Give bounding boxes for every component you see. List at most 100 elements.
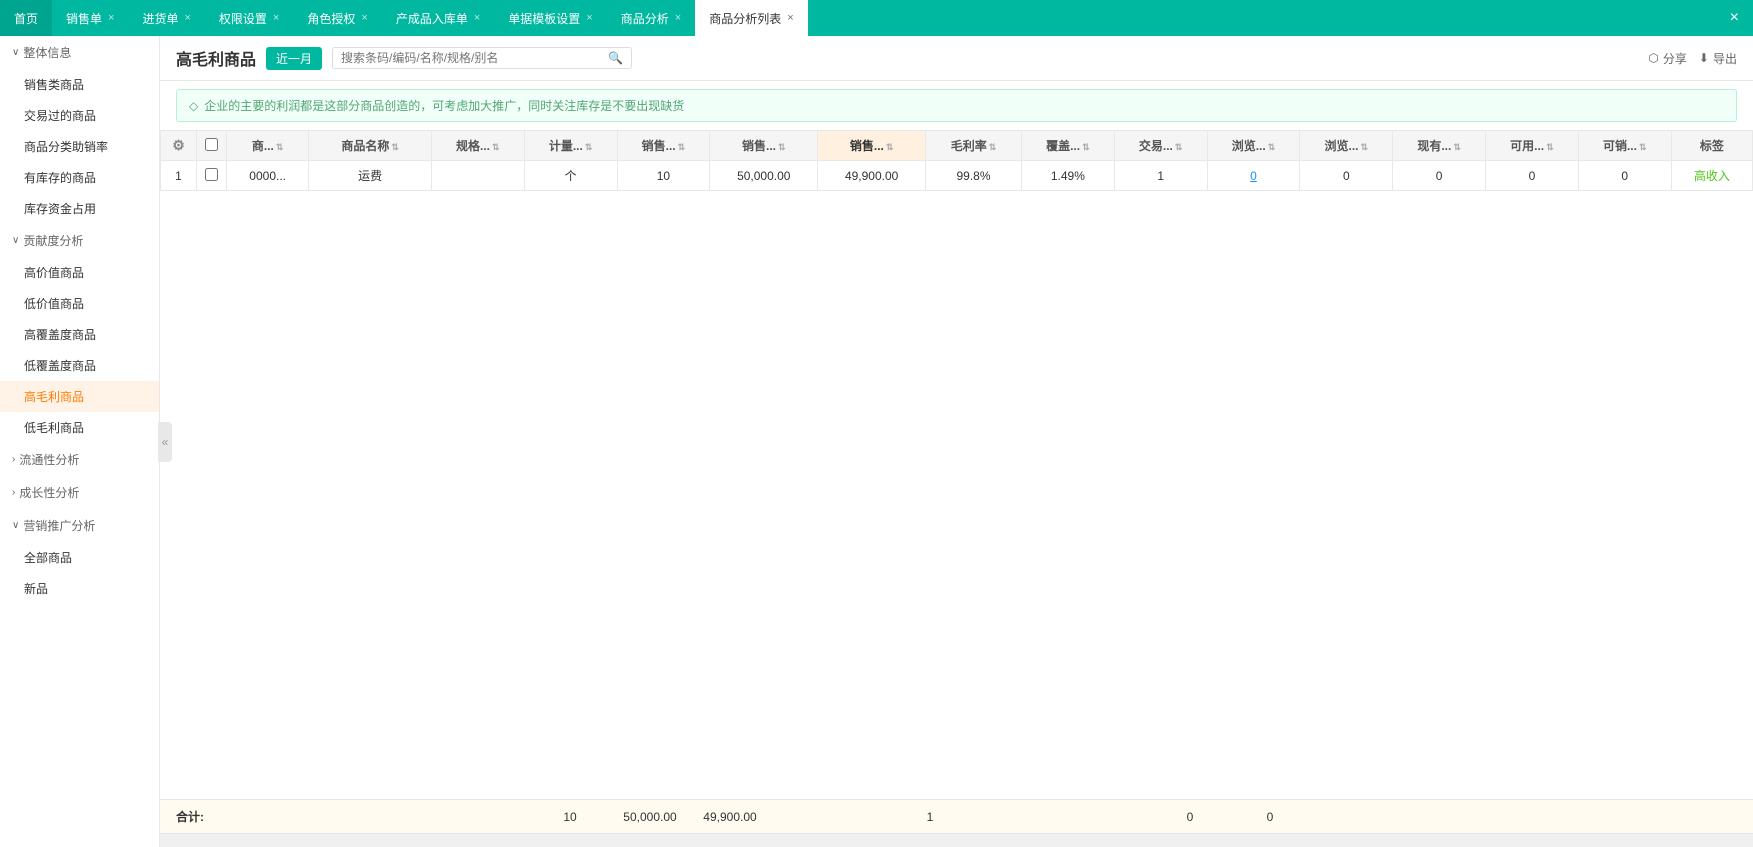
col-name-header[interactable]: 商品名称⇅	[309, 131, 432, 161]
search-box: 🔍	[332, 47, 632, 69]
expand-arrow-marketing: ∨	[12, 520, 19, 531]
nav-permission-settings[interactable]: 权限设置 ×	[205, 0, 293, 36]
page-title: 高毛利商品	[176, 46, 256, 70]
col-transactions-header[interactable]: 交易...⇅	[1114, 131, 1207, 161]
col-code-header[interactable]: 商...⇅	[227, 131, 309, 161]
footer-sellable: 0	[1230, 810, 1310, 824]
footer-sales2: 50,000.00	[610, 810, 690, 824]
close-role-auth[interactable]: ×	[361, 12, 367, 24]
col-browse2-header[interactable]: 浏览...⇅	[1300, 131, 1393, 161]
nav-home[interactable]: 首页	[0, 0, 52, 36]
sidebar-item-all-goods[interactable]: 全部商品	[0, 542, 159, 573]
share-btn[interactable]: ⬡ 分享	[1648, 50, 1687, 67]
sidebar-group-overall[interactable]: ∨ 整体信息	[0, 36, 159, 69]
search-input[interactable]	[341, 51, 608, 65]
footer-label: 合计:	[176, 808, 204, 825]
close-template-settings[interactable]: ×	[586, 12, 592, 24]
sidebar-item-low-value[interactable]: 低价值商品	[0, 288, 159, 319]
col-browse1-header[interactable]: 浏览...⇅	[1207, 131, 1300, 161]
row-sales3: 49,900.00	[818, 161, 926, 191]
col-checkbox	[197, 131, 227, 161]
col-sales2-header[interactable]: 销售...⇅	[710, 131, 818, 161]
sidebar-item-inventory-capital[interactable]: 库存资金占用	[0, 193, 159, 224]
expand-arrow-circulation: ›	[12, 454, 15, 465]
close-window-btn[interactable]: ×	[1716, 0, 1753, 36]
sidebar-item-in-stock-goods[interactable]: 有库存的商品	[0, 162, 159, 193]
col-gross-rate-header[interactable]: 毛利率⇅	[926, 131, 1022, 161]
sidebar-item-high-value[interactable]: 高价值商品	[0, 257, 159, 288]
row-tag: 高收入	[1671, 161, 1752, 191]
close-product-inbound[interactable]: ×	[474, 12, 480, 24]
sidebar-group-growth[interactable]: › 成长性分析	[0, 476, 159, 509]
sidebar-collapse-btn[interactable]: «	[158, 422, 172, 462]
nav-product-analysis[interactable]: 商品分析 ×	[607, 0, 695, 36]
col-tag-header[interactable]: 标签	[1671, 131, 1752, 161]
share-icon: ⬡	[1648, 51, 1658, 65]
row-gross-rate: 99.8%	[926, 161, 1022, 191]
nav-sales-order[interactable]: 销售单 ×	[52, 0, 128, 36]
data-table: ⚙ 商...⇅ 商品名称⇅ 规	[160, 130, 1753, 191]
table-row: 1 0000... 运费 个 10 50,000.00 49,900.00 99	[161, 161, 1753, 191]
sidebar-item-low-margin[interactable]: 低毛利商品	[0, 412, 159, 443]
sidebar-item-traded-goods[interactable]: 交易过的商品	[0, 100, 159, 131]
row-spec	[431, 161, 524, 191]
col-sales3-header[interactable]: 销售...⇅	[818, 131, 926, 161]
header-actions: ⬡ 分享 ⬇ 导出	[1648, 50, 1737, 67]
footer-sales1: 10	[530, 810, 610, 824]
sidebar-item-low-coverage[interactable]: 低覆盖度商品	[0, 350, 159, 381]
row-browse1[interactable]: 0	[1207, 161, 1300, 191]
col-available-header[interactable]: 可用...⇅	[1486, 131, 1579, 161]
row-current: 0	[1393, 161, 1486, 191]
settings-icon[interactable]: ⚙	[172, 137, 185, 153]
col-current-header[interactable]: 现有...⇅	[1393, 131, 1486, 161]
table-container: ⚙ 商...⇅ 商品名称⇅ 规	[160, 130, 1753, 799]
filter-recent-month-btn[interactable]: 近一月	[266, 47, 322, 70]
sidebar-item-high-coverage[interactable]: 高覆盖度商品	[0, 319, 159, 350]
col-settings[interactable]: ⚙	[161, 131, 197, 161]
expand-arrow-overall: ∨	[12, 47, 19, 58]
horizontal-scrollbar[interactable]	[160, 833, 1753, 847]
export-icon: ⬇	[1699, 51, 1709, 65]
sidebar-item-category-sales-rate[interactable]: 商品分类助销率	[0, 131, 159, 162]
sidebar-group-contribution[interactable]: ∨ 贡献度分析	[0, 224, 159, 257]
footer-available: 0	[1150, 810, 1230, 824]
select-all-checkbox[interactable]	[205, 138, 218, 151]
close-product-analysis-list[interactable]: ×	[787, 12, 793, 24]
export-btn[interactable]: ⬇ 导出	[1699, 50, 1737, 67]
sidebar-item-new-goods[interactable]: 新品	[0, 573, 159, 604]
sidebar-item-high-margin[interactable]: 高毛利商品	[0, 381, 159, 412]
sidebar: ∨ 整体信息 销售类商品 交易过的商品 商品分类助销率 有库存的商品 库存资金占…	[0, 36, 160, 847]
info-icon: ◇	[189, 99, 198, 113]
nav-template-settings[interactable]: 单据模板设置 ×	[494, 0, 606, 36]
close-permission-settings[interactable]: ×	[273, 12, 279, 24]
col-unit-header[interactable]: 计量...⇅	[524, 131, 617, 161]
footer-sales3: 49,900.00	[690, 810, 770, 824]
row-name: 运费	[309, 161, 432, 191]
row-checkbox	[197, 161, 227, 191]
search-icon[interactable]: 🔍	[608, 51, 623, 65]
row-index: 1	[161, 161, 197, 191]
nav-product-analysis-list[interactable]: 商品分析列表 ×	[695, 0, 807, 36]
col-sales1-header[interactable]: 销售...⇅	[617, 131, 710, 161]
sidebar-group-circulation[interactable]: › 流通性分析	[0, 443, 159, 476]
content-header: 高毛利商品 近一月 🔍 ⬡ 分享 ⬇ 导出	[160, 36, 1753, 81]
row-sellable: 0	[1578, 161, 1671, 191]
sidebar-item-sales-goods[interactable]: 销售类商品	[0, 69, 159, 100]
footer-totals: 合计: 10 50,000.00 49,900.00 1	[160, 799, 1753, 833]
close-purchase-order[interactable]: ×	[184, 12, 190, 24]
sidebar-group-marketing[interactable]: ∨ 营销推广分析	[0, 509, 159, 542]
nav-role-auth[interactable]: 角色授权 ×	[293, 0, 381, 36]
nav-product-inbound[interactable]: 产成品入库单 ×	[382, 0, 494, 36]
row-transactions: 1	[1114, 161, 1207, 191]
close-sales-order[interactable]: ×	[108, 12, 114, 24]
col-sellable-header[interactable]: 可销...⇅	[1578, 131, 1671, 161]
nav-purchase-order[interactable]: 进货单 ×	[128, 0, 204, 36]
row-coverage: 1.49%	[1021, 161, 1114, 191]
row-code: 0000...	[227, 161, 309, 191]
expand-arrow-growth: ›	[12, 487, 15, 498]
row-select-checkbox[interactable]	[205, 168, 218, 181]
close-product-analysis[interactable]: ×	[675, 12, 681, 24]
col-spec-header[interactable]: 规格...⇅	[431, 131, 524, 161]
col-coverage-header[interactable]: 覆盖...⇅	[1021, 131, 1114, 161]
row-sales2: 50,000.00	[710, 161, 818, 191]
